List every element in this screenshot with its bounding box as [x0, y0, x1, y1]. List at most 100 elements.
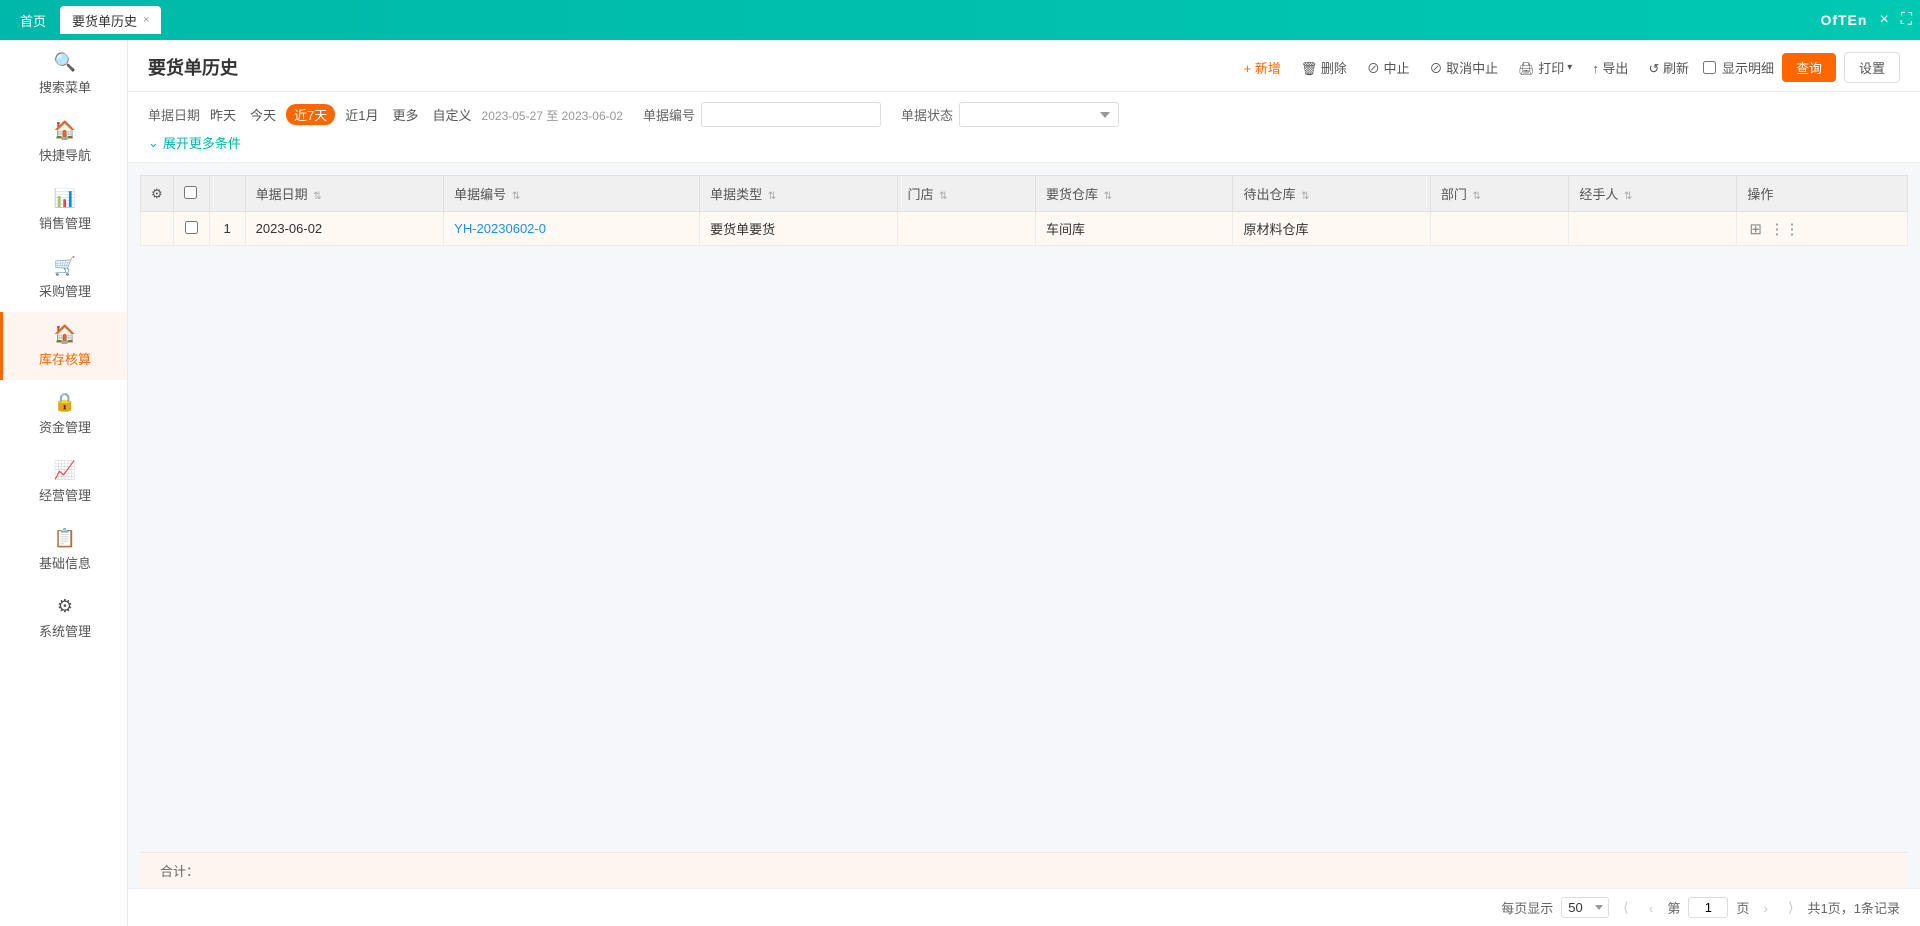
top-bar: 首页 要货单历史 × OfTEn × ⛶: [0, 0, 1920, 40]
order-no-link[interactable]: YH-20230602-0: [454, 221, 546, 236]
tab-home[interactable]: 首页: [8, 6, 58, 34]
date-btn-more[interactable]: 更多: [389, 104, 423, 125]
display-detail-checkbox[interactable]: [1703, 61, 1716, 74]
prev-page-btn[interactable]: ‹: [1643, 898, 1660, 918]
date-btn-1month[interactable]: 近1月: [341, 104, 382, 125]
sidebar-item-basics[interactable]: 📋 基础信息: [0, 516, 127, 584]
th-date[interactable]: 单据日期 ⇅: [245, 176, 444, 212]
th-store-label: 门店: [908, 187, 934, 202]
select-all-checkbox[interactable]: [184, 186, 197, 199]
order-no-input[interactable]: [701, 102, 881, 127]
th-handler[interactable]: 经手人 ⇅: [1569, 176, 1737, 212]
sidebar-item-finance[interactable]: 🔒 资金管理: [0, 380, 127, 448]
last-page-btn[interactable]: ⟩: [1782, 897, 1799, 918]
date-btn-yesterday[interactable]: 昨天: [206, 104, 240, 125]
sidebar-item-system-label: 系统管理: [39, 621, 91, 640]
sidebar-item-system[interactable]: ⚙ 系统管理: [0, 584, 127, 652]
sidebar-item-operations[interactable]: 📈 经营管理: [0, 448, 127, 516]
page-size-select[interactable]: 50 10 20 100: [1561, 897, 1609, 918]
settings-button-label: 设置: [1859, 58, 1885, 77]
next-page-btn[interactable]: ›: [1757, 898, 1774, 918]
th-pending-warehouse[interactable]: 待出仓库 ⇅: [1233, 176, 1430, 212]
sidebar-item-sales[interactable]: 📊 销售管理: [0, 176, 127, 244]
row-checkbox[interactable]: [185, 221, 198, 234]
sidebar-item-operations-label: 经营管理: [39, 485, 91, 504]
td-req-warehouse: 车间库: [1036, 212, 1233, 246]
footer-total-label: 合计：: [160, 861, 199, 880]
th-date-sort-icon: ⇅: [313, 191, 321, 202]
date-range-display: 2023-05-27 至 2023-06-02: [482, 107, 623, 124]
expand-filter-button[interactable]: ⌄ 展开更多条件: [148, 133, 1900, 152]
sidebar-item-purchase-label: 采购管理: [39, 281, 91, 300]
cancel-stop-button[interactable]: ⊘ 取消中止: [1424, 54, 1505, 81]
th-order-no-sort-icon: ⇅: [512, 191, 520, 202]
td-checkbox[interactable]: [173, 212, 209, 246]
td-date: 2023-06-02: [245, 212, 444, 246]
basics-icon: 📋: [54, 528, 76, 549]
sidebar-item-quick-nav-label: 快捷导航: [39, 145, 91, 164]
tab-close-icon[interactable]: ×: [143, 14, 149, 26]
sidebar-item-quick-nav[interactable]: 🏠 快捷导航: [0, 108, 127, 176]
th-department-label: 部门: [1441, 187, 1467, 202]
date-btn-today[interactable]: 今天: [246, 104, 280, 125]
status-filter-group: 单据状态: [901, 102, 1119, 127]
th-store[interactable]: 门店 ⇅: [897, 176, 1035, 212]
page-title: 要货单历史: [148, 54, 238, 80]
th-req-warehouse[interactable]: 要货仓库 ⇅: [1036, 176, 1233, 212]
td-pending-warehouse: 原材料仓库: [1233, 212, 1430, 246]
sidebar-item-inventory[interactable]: 🏠 库存核算: [0, 312, 127, 380]
stop-button[interactable]: ⊘ 中止: [1361, 54, 1416, 81]
date-btn-custom[interactable]: 自定义: [429, 104, 476, 125]
delete-button[interactable]: 🗑 删除: [1295, 54, 1353, 81]
th-store-sort-icon: ⇅: [939, 191, 947, 202]
export-button[interactable]: ↑ 导出: [1586, 54, 1634, 81]
tab-order-history[interactable]: 要货单历史 ×: [60, 6, 161, 34]
total-info: 共1页，1条记录: [1808, 898, 1900, 917]
first-page-btn[interactable]: ⟨: [1617, 897, 1634, 918]
th-type-label: 单据类型: [710, 187, 762, 202]
th-pending-warehouse-sort-icon: ⇅: [1301, 191, 1309, 202]
expand-filter-label: 展开更多条件: [163, 133, 241, 152]
top-bar-right: OfTEn × ⛶: [1820, 11, 1912, 29]
settings-button[interactable]: 设置: [1844, 52, 1900, 83]
sales-icon: 📊: [54, 188, 76, 209]
query-button[interactable]: 查询: [1782, 53, 1836, 82]
th-order-no[interactable]: 单据编号 ⇅: [444, 176, 700, 212]
table-row: 1 2023-06-02 YH-20230602-0 要货单要货 车间库 原材料…: [141, 212, 1908, 246]
th-settings[interactable]: ⚙: [141, 176, 174, 212]
table-footer: 合计：: [140, 852, 1908, 888]
new-button[interactable]: + 新增: [1238, 54, 1287, 81]
display-detail-toggle[interactable]: 显示明细: [1703, 58, 1774, 77]
page-unit-label: 页: [1736, 898, 1749, 917]
window-close-icon[interactable]: ×: [1879, 11, 1888, 29]
refresh-button[interactable]: ↺ 刷新: [1642, 54, 1695, 81]
th-action: 操作: [1737, 176, 1908, 212]
data-table: ⚙ 单据日期 ⇅ 单据编号 ⇅: [140, 175, 1908, 246]
window-fullscreen-icon[interactable]: ⛶: [1901, 11, 1912, 29]
sidebar-item-purchase[interactable]: 🛒 采购管理: [0, 244, 127, 312]
th-num: [209, 176, 245, 212]
row-more-icon[interactable]: ⋮⋮: [1768, 221, 1802, 238]
th-department[interactable]: 部门 ⇅: [1430, 176, 1568, 212]
stop-button-label: ⊘ 中止: [1367, 58, 1410, 77]
sidebar: 🔍 搜索菜单 🏠 快捷导航 📊 销售管理 🛒 采购管理 🏠 库存核算 🔒 资金管…: [0, 40, 128, 926]
page-number-input[interactable]: [1688, 897, 1728, 918]
row-view-icon[interactable]: ⊞: [1747, 221, 1764, 238]
th-req-warehouse-label: 要货仓库: [1046, 187, 1098, 202]
inventory-icon: 🏠: [54, 324, 76, 345]
operations-icon: 📈: [54, 460, 76, 481]
th-type-sort-icon: ⇅: [768, 191, 776, 202]
status-select[interactable]: [959, 102, 1119, 127]
td-department: [1430, 212, 1568, 246]
search-menu-icon: 🔍: [54, 52, 76, 73]
th-type[interactable]: 单据类型 ⇅: [700, 176, 897, 212]
print-dropdown-icon[interactable]: ▾: [1567, 62, 1572, 73]
print-button[interactable]: 🖨 打印 ▾: [1512, 54, 1578, 81]
system-icon: ⚙: [57, 596, 73, 617]
brand-label: OfTEn: [1820, 12, 1867, 28]
date-btn-7days[interactable]: 近7天: [286, 104, 335, 125]
tab-order-history-label: 要货单历史: [72, 11, 137, 30]
cancel-stop-button-label: ⊘ 取消中止: [1430, 58, 1499, 77]
sidebar-item-search-menu[interactable]: 🔍 搜索菜单: [0, 40, 127, 108]
purchase-icon: 🛒: [54, 256, 76, 277]
